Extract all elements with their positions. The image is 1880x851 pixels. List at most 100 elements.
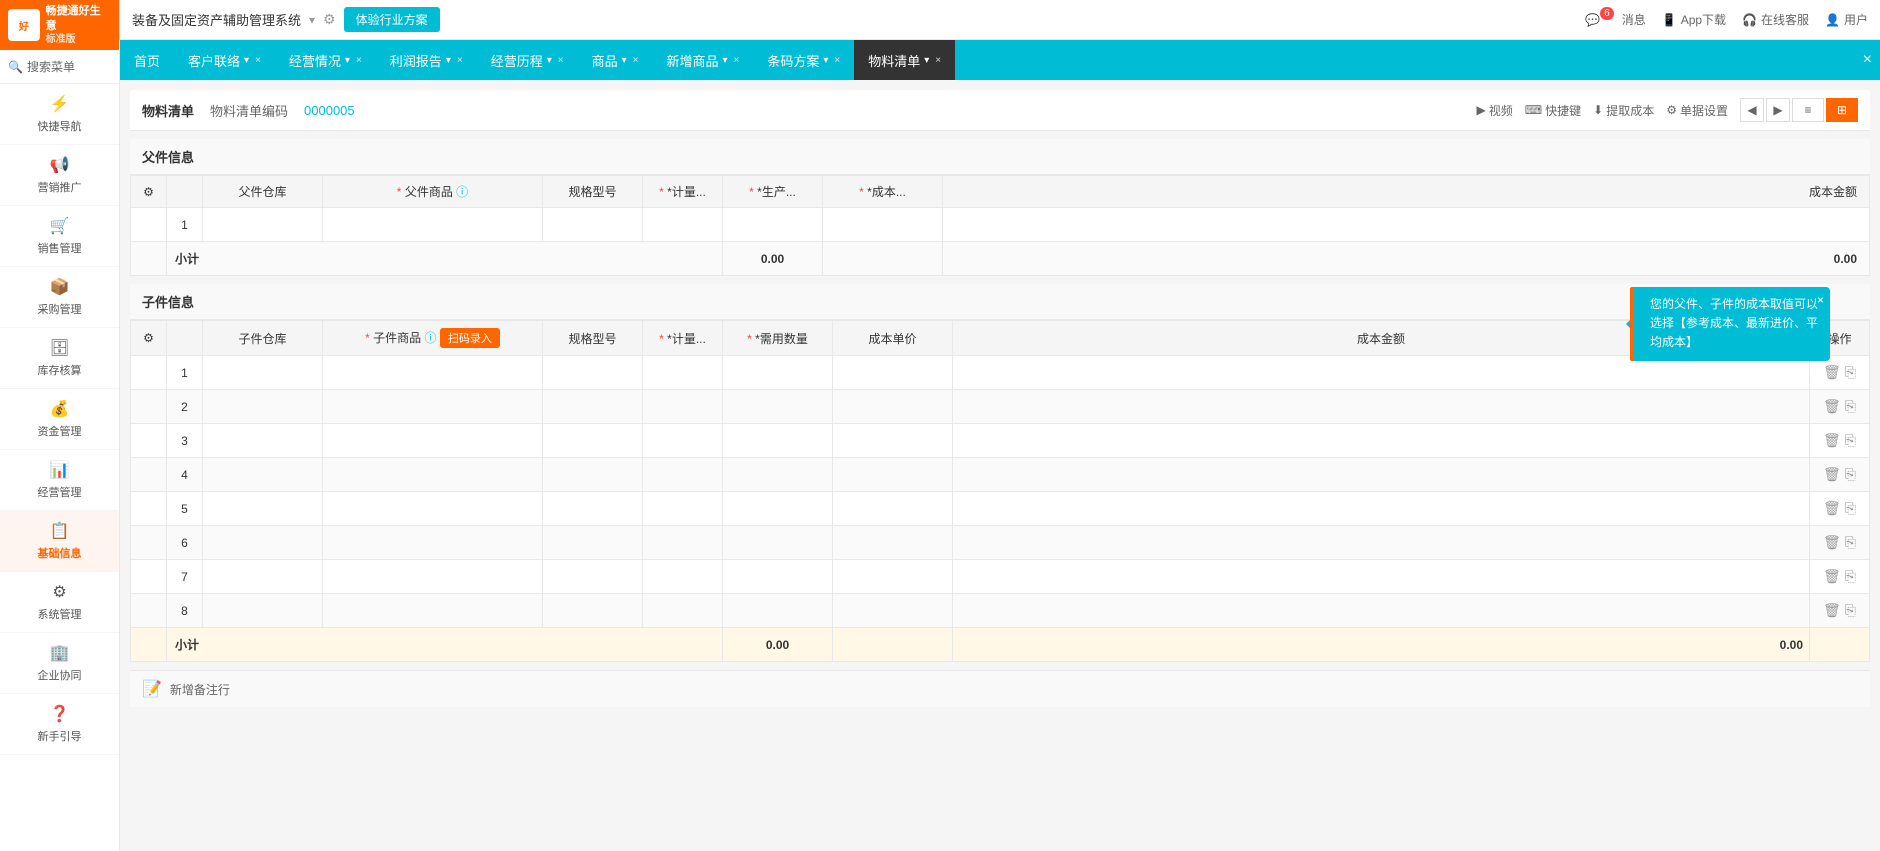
child-row5-qty[interactable] [723, 492, 833, 526]
tab-profit[interactable]: 利润报告 ▾ × [376, 40, 477, 80]
parent-product-info-icon[interactable]: ⓘ [456, 185, 468, 199]
child-row6-unit[interactable] [643, 526, 723, 560]
child-row6-warehouse[interactable] [203, 526, 323, 560]
goods-close-icon[interactable]: × [633, 55, 639, 66]
copy-icon-row3[interactable]: ⎘ [1845, 432, 1856, 449]
copy-icon-row7[interactable]: ⎘ [1845, 568, 1856, 585]
child-settings-gear-icon[interactable]: ⚙ [143, 331, 154, 345]
copy-icon-row1[interactable]: ⎘ [1845, 364, 1856, 381]
scan-input-btn[interactable]: 扫码录入 [440, 328, 500, 348]
child-row3-qty[interactable] [723, 424, 833, 458]
child-row4-unit-cost[interactable] [833, 458, 953, 492]
delete-icon-row5[interactable]: 🗑 [1823, 500, 1841, 517]
child-row3-spec[interactable] [543, 424, 643, 458]
add-row-label[interactable]: 新增备注行 [170, 681, 230, 698]
parent-row1-warehouse[interactable] [203, 208, 323, 242]
next-btn[interactable]: ▶ [1766, 98, 1790, 122]
video-btn[interactable]: ▶ 视频 [1477, 102, 1513, 119]
parent-row1-spec[interactable] [543, 208, 643, 242]
parent-row1-product[interactable] [323, 208, 543, 242]
history-close-icon[interactable]: × [558, 55, 564, 66]
child-row8-spec[interactable] [543, 594, 643, 628]
tab-history[interactable]: 经营历程 ▾ × [477, 40, 578, 80]
sidebar-item-sales[interactable]: 🛒 销售管理 [0, 206, 119, 267]
sidebar-item-inventory[interactable]: 🗄 库存核算 [0, 328, 119, 389]
sidebar-item-operations-mgr[interactable]: 📊 经营管理 [0, 450, 119, 511]
tab-new-goods[interactable]: 新增商品 ▾ × [652, 40, 753, 80]
tab-home[interactable]: 首页 [120, 40, 174, 80]
settings-icon[interactable]: ⚙ [323, 11, 336, 28]
copy-icon-row5[interactable]: ⎘ [1845, 500, 1856, 517]
child-product-info-icon[interactable]: ⓘ [425, 331, 437, 345]
parent-row1-unit[interactable] [643, 208, 723, 242]
table-view-btn[interactable]: ⊞ [1826, 98, 1858, 122]
list-view-btn[interactable]: ≡ [1792, 98, 1824, 122]
tooltip-close-icon[interactable]: × [1817, 291, 1824, 310]
child-row6-qty[interactable] [723, 526, 833, 560]
child-row1-qty[interactable] [723, 356, 833, 390]
child-row1-spec[interactable] [543, 356, 643, 390]
child-row7-unit-cost[interactable] [833, 560, 953, 594]
online-service-action[interactable]: 🎧 在线客服 [1742, 11, 1809, 28]
extract-cost-btn[interactable]: ⬇ 提取成本 [1593, 102, 1654, 119]
delete-icon-row4[interactable]: 🗑 [1823, 466, 1841, 483]
operations-close-icon[interactable]: × [356, 55, 362, 66]
child-row8-product[interactable] [323, 594, 543, 628]
parent-row1-mfg[interactable] [723, 208, 823, 242]
child-row7-spec[interactable] [543, 560, 643, 594]
child-row8-unit-cost[interactable] [833, 594, 953, 628]
tab-close-all-icon[interactable]: × [1859, 47, 1876, 73]
child-row4-warehouse[interactable] [203, 458, 323, 492]
shortcut-btn[interactable]: ⌨ 快捷键 [1525, 102, 1581, 119]
delete-icon-row6[interactable]: 🗑 [1823, 534, 1841, 551]
copy-icon-row4[interactable]: ⎘ [1845, 466, 1856, 483]
child-row5-warehouse[interactable] [203, 492, 323, 526]
child-row6-spec[interactable] [543, 526, 643, 560]
app-download-action[interactable]: 📱 App下载 [1662, 11, 1726, 28]
child-row7-unit[interactable] [643, 560, 723, 594]
tab-operations[interactable]: 经营情况 ▾ × [275, 40, 376, 80]
copy-icon-row8[interactable]: ⎘ [1845, 602, 1856, 619]
customers-close-icon[interactable]: × [255, 55, 261, 66]
barcode-close-icon[interactable]: × [834, 55, 840, 66]
child-row8-warehouse[interactable] [203, 594, 323, 628]
messages-action[interactable]: 💬 6 消息 [1585, 11, 1646, 28]
child-row3-unit-cost[interactable] [833, 424, 953, 458]
child-row4-qty[interactable] [723, 458, 833, 492]
sidebar-item-system[interactable]: ⚙ 系统管理 [0, 572, 119, 633]
tab-goods[interactable]: 商品 ▾ × [578, 40, 653, 80]
delete-icon-row7[interactable]: 🗑 [1823, 568, 1841, 585]
sidebar-item-purchase[interactable]: 📦 采购管理 [0, 267, 119, 328]
copy-icon-row6[interactable]: ⎘ [1845, 534, 1856, 551]
sidebar-item-search[interactable]: 🔍 搜索菜单 [0, 50, 119, 84]
sidebar-item-finance[interactable]: 💰 资金管理 [0, 389, 119, 450]
child-row3-warehouse[interactable] [203, 424, 323, 458]
sidebar-item-marketing[interactable]: 📢 营销推广 [0, 145, 119, 206]
child-row1-unit[interactable] [643, 356, 723, 390]
tab-bom[interactable]: 物料清单 ▾ × [854, 40, 955, 80]
child-row2-unit-cost[interactable] [833, 390, 953, 424]
sidebar-item-enterprise[interactable]: 🏢 企业协同 [0, 633, 119, 694]
child-row2-qty[interactable] [723, 390, 833, 424]
sidebar-item-guide[interactable]: ❓ 新手引导 [0, 694, 119, 755]
child-row2-product[interactable] [323, 390, 543, 424]
tab-customers[interactable]: 客户联络 ▾ × [174, 40, 275, 80]
child-row1-product[interactable] [323, 356, 543, 390]
prev-btn[interactable]: ◀ [1740, 98, 1764, 122]
sidebar-item-basic-info[interactable]: 📋 基础信息 [0, 511, 119, 572]
single-settings-btn[interactable]: ⚙ 单据设置 [1666, 102, 1728, 119]
child-row1-unit-cost[interactable] [833, 356, 953, 390]
child-row2-unit[interactable] [643, 390, 723, 424]
delete-icon-row8[interactable]: 🗑 [1823, 602, 1841, 619]
child-row8-unit[interactable] [643, 594, 723, 628]
child-row7-product[interactable] [323, 560, 543, 594]
bom-close-icon[interactable]: × [935, 55, 941, 66]
child-row5-unit[interactable] [643, 492, 723, 526]
child-row8-qty[interactable] [723, 594, 833, 628]
child-row1-warehouse[interactable] [203, 356, 323, 390]
copy-icon-row2[interactable]: ⎘ [1845, 398, 1856, 415]
child-row6-product[interactable] [323, 526, 543, 560]
delete-icon-row2[interactable]: 🗑 [1823, 398, 1841, 415]
child-row6-unit-cost[interactable] [833, 526, 953, 560]
sidebar-item-quick-nav[interactable]: ⚡ 快捷导航 [0, 84, 119, 145]
